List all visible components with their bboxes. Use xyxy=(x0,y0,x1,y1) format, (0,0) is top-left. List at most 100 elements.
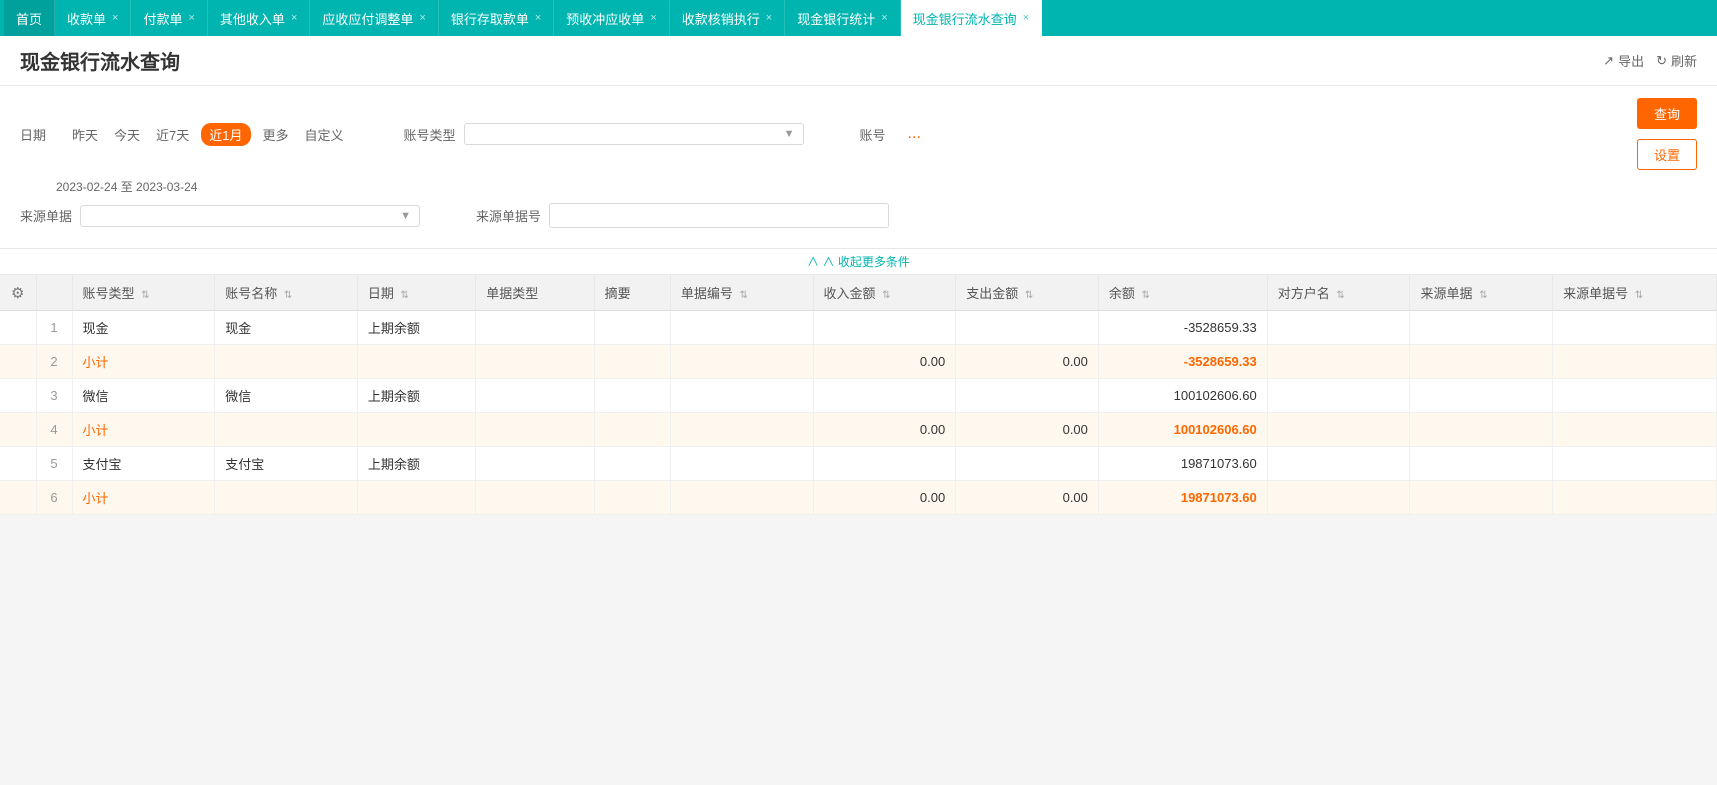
close-icon[interactable]: × xyxy=(419,12,425,24)
cell-account_type: 现金 xyxy=(72,311,215,345)
close-icon[interactable]: × xyxy=(881,12,887,24)
sort-icon: ⇅ xyxy=(141,290,149,301)
cell-summary xyxy=(594,379,670,413)
nav-tab[interactable]: 银行存取款单 × xyxy=(439,0,554,36)
table-row: 2小计0.000.00-3528659.33 xyxy=(0,345,1717,379)
sort-icon: ⇅ xyxy=(1336,290,1344,301)
nav-tab-label: 其他收入单 xyxy=(220,9,285,28)
sort-icon: ⇅ xyxy=(1142,290,1150,301)
nav-home[interactable]: 首页 xyxy=(4,0,55,36)
column-settings[interactable]: ⚙ xyxy=(0,275,36,311)
cell-source_doc xyxy=(1410,413,1553,447)
date-option[interactable]: 更多 xyxy=(259,123,293,146)
column-date[interactable]: 日期 ⇅ xyxy=(357,275,475,311)
nav-tab[interactable]: 其他收入单 × xyxy=(208,0,310,36)
date-option[interactable]: 近1月 xyxy=(201,123,250,146)
close-icon[interactable]: × xyxy=(766,12,772,24)
table-row: 1现金现金上期余额-3528659.33 xyxy=(0,311,1717,345)
source-doc-no-input[interactable] xyxy=(549,203,889,228)
cell-doc_no xyxy=(670,481,813,515)
cell-counterparty xyxy=(1267,379,1410,413)
account-dots[interactable]: ... xyxy=(908,125,921,143)
source-doc-no-filter-section: 来源单据号 xyxy=(476,203,889,228)
cell-account_name xyxy=(215,413,358,447)
close-icon[interactable]: × xyxy=(291,12,297,24)
source-doc-select[interactable]: ▼ xyxy=(80,205,420,227)
close-icon[interactable]: × xyxy=(112,12,118,24)
date-option[interactable]: 今天 xyxy=(110,123,144,146)
cell-source_doc_no xyxy=(1553,379,1717,413)
cell-summary xyxy=(594,447,670,481)
table-row: 5支付宝支付宝上期余额19871073.60 xyxy=(0,447,1717,481)
column-account_type[interactable]: 账号类型 ⇅ xyxy=(72,275,215,311)
cell-index: 4 xyxy=(36,413,72,447)
source-doc-filter-section: 来源单据 ▼ xyxy=(20,205,420,227)
nav-tab-label: 应收应付调整单 xyxy=(322,9,413,28)
date-option[interactable]: 昨天 xyxy=(68,123,102,146)
gear-icon: ⚙ xyxy=(11,285,24,302)
cell-counterparty xyxy=(1267,447,1410,481)
export-button[interactable]: ↗ 导出 xyxy=(1603,51,1644,70)
sort-icon: ⇅ xyxy=(1025,290,1033,301)
top-navigation: 首页 收款单×付款单×其他收入单×应收应付调整单×银行存取款单×预收冲应收单×收… xyxy=(0,0,1717,36)
cell-income: 0.00 xyxy=(813,345,956,379)
cell-source_doc xyxy=(1410,311,1553,345)
filter-row-1: 日期 昨天今天近7天近1月更多自定义 账号类型 ▼ 账号 ... 查询 设置 xyxy=(20,98,1697,170)
cell-account_name xyxy=(215,345,358,379)
close-icon[interactable]: × xyxy=(535,12,541,24)
cell-counterparty xyxy=(1267,311,1410,345)
account-type-label: 账号类型 xyxy=(404,125,456,144)
setting-button[interactable]: 设置 xyxy=(1637,139,1697,170)
collapse-bar[interactable]: ∧ ∧ 收起更多条件 xyxy=(0,249,1717,275)
column-counterparty[interactable]: 对方户名 ⇅ xyxy=(1267,275,1410,311)
cell-index: 1 xyxy=(36,311,72,345)
cell-income: 0.00 xyxy=(813,481,956,515)
cell-expense xyxy=(956,379,1099,413)
action-buttons: 查询 设置 xyxy=(1637,98,1697,170)
nav-tab-label: 付款单 xyxy=(143,9,182,28)
nav-tab-label: 银行存取款单 xyxy=(451,9,529,28)
date-option[interactable]: 自定义 xyxy=(301,123,348,146)
nav-tab[interactable]: 收款单× xyxy=(55,0,131,36)
cell-date: 上期余额 xyxy=(357,379,475,413)
column-doc_no[interactable]: 单据编号 ⇅ xyxy=(670,275,813,311)
cell-account_type: 小计 xyxy=(72,413,215,447)
cell-doc_no xyxy=(670,345,813,379)
close-icon[interactable]: × xyxy=(188,12,194,24)
column-balance[interactable]: 余额 ⇅ xyxy=(1098,275,1267,311)
cell-account_name: 支付宝 xyxy=(215,447,358,481)
nav-tab[interactable]: 付款单 × xyxy=(131,0,207,36)
nav-tab[interactable]: 应收应付调整单 × xyxy=(310,0,438,36)
filter-area: 日期 昨天今天近7天近1月更多自定义 账号类型 ▼ 账号 ... 查询 设置 2… xyxy=(0,86,1717,249)
cell-date: 上期余额 xyxy=(357,447,475,481)
account-type-filter-section: 账号类型 ▼ xyxy=(404,123,804,145)
date-range-display: 2023-02-24 至 2023-03-24 xyxy=(56,180,197,194)
cell-counterparty xyxy=(1267,345,1410,379)
close-icon[interactable]: × xyxy=(1023,12,1029,24)
account-type-select[interactable]: ▼ xyxy=(464,123,804,145)
cell-expense: 0.00 xyxy=(956,413,1099,447)
query-button[interactable]: 查询 xyxy=(1637,98,1697,129)
nav-tab[interactable]: 预收冲应收单× xyxy=(554,0,669,36)
date-option[interactable]: 近7天 xyxy=(152,123,193,146)
nav-tab[interactable]: 现金银行统计× xyxy=(785,0,900,36)
source-doc-no-label: 来源单据号 xyxy=(476,206,541,225)
cell-summary xyxy=(594,413,670,447)
table-body: 1现金现金上期余额-3528659.332小计0.000.00-3528659.… xyxy=(0,311,1717,515)
cell-doc_no xyxy=(670,379,813,413)
column-account_name[interactable]: 账号名称 ⇅ xyxy=(215,275,358,311)
nav-tab[interactable]: 现金银行流水查询× xyxy=(901,0,1042,36)
cell-summary xyxy=(594,345,670,379)
column-expense[interactable]: 支出金额 ⇅ xyxy=(956,275,1099,311)
close-icon[interactable]: × xyxy=(650,12,656,24)
cell-date: 上期余额 xyxy=(357,311,475,345)
cell-doc_type xyxy=(476,311,594,345)
refresh-button[interactable]: ↻ 刷新 xyxy=(1656,51,1697,70)
cell-counterparty xyxy=(1267,413,1410,447)
column-income[interactable]: 收入金额 ⇅ xyxy=(813,275,956,311)
column-source_doc_no[interactable]: 来源单据号 ⇅ xyxy=(1553,275,1717,311)
chevron-down-icon: ▼ xyxy=(784,128,795,140)
cell-source_doc_no xyxy=(1553,311,1717,345)
nav-tab[interactable]: 收款核销执行× xyxy=(670,0,785,36)
column-source_doc[interactable]: 来源单据 ⇅ xyxy=(1410,275,1553,311)
